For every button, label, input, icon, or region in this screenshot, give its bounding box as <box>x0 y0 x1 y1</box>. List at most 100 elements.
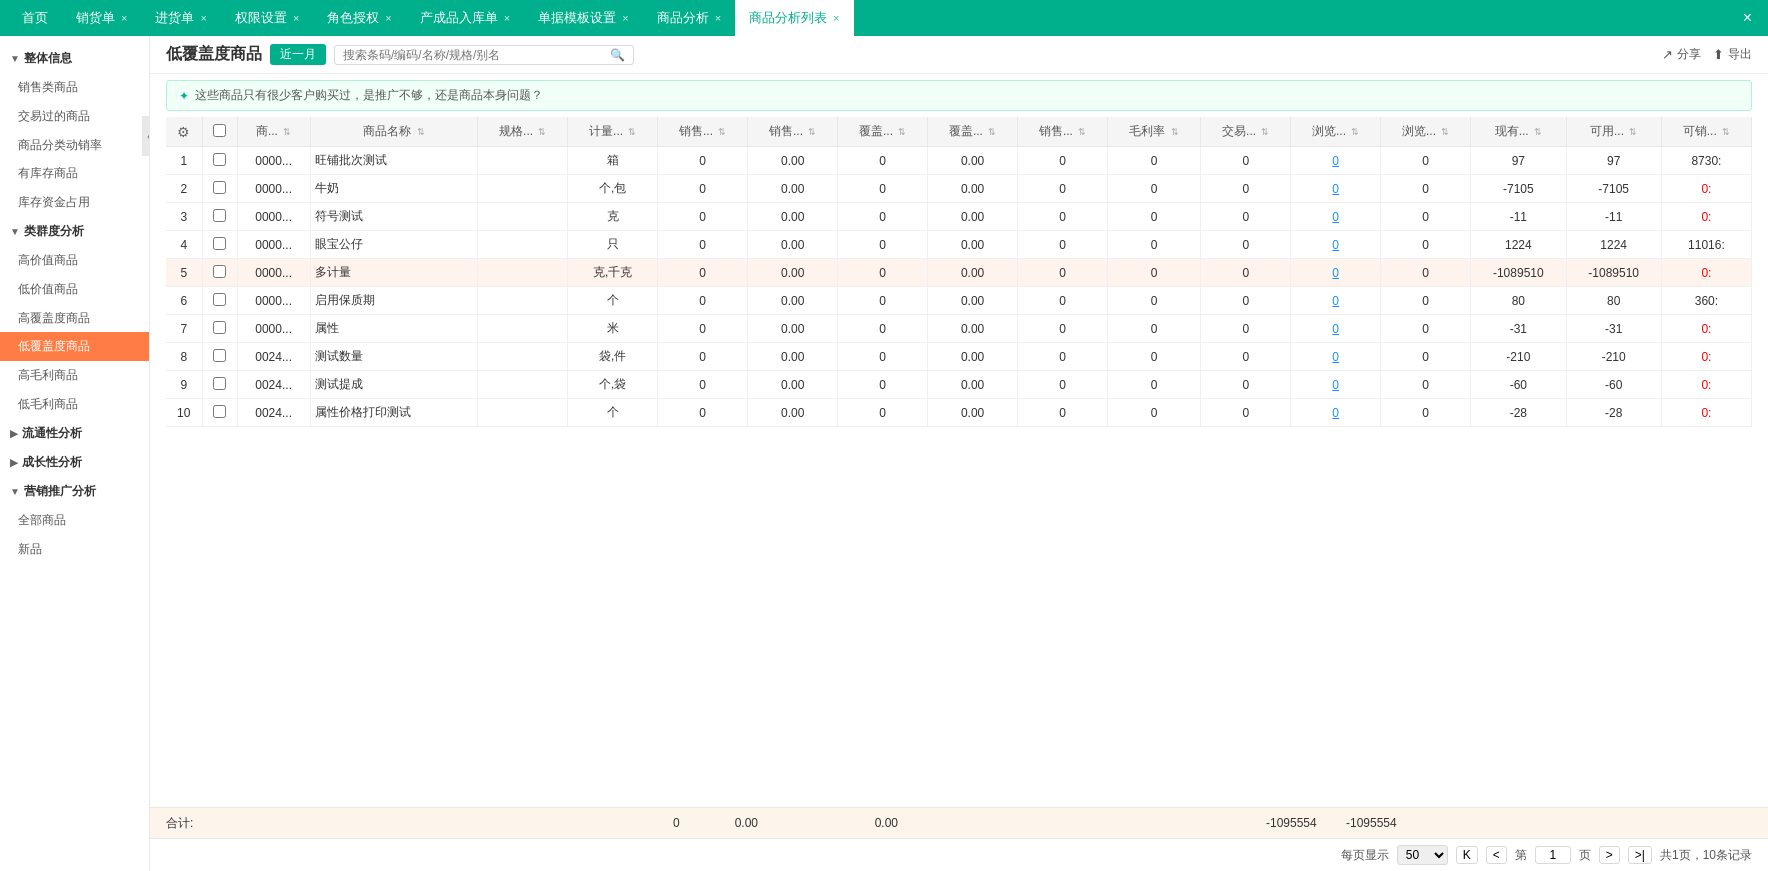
header-actions: ↗ 分享 ⬆ 导出 <box>1662 46 1752 63</box>
page-number-input[interactable] <box>1535 846 1571 864</box>
sidebar-item-sales-products[interactable]: 销售类商品 <box>0 73 149 102</box>
table-cell: 0.00 <box>748 175 838 203</box>
sidebar-item-low-value[interactable]: 低价值商品 <box>0 275 149 304</box>
table-cell: 0024... <box>237 371 310 399</box>
th-spec[interactable]: 规格... ⇅ <box>478 117 568 147</box>
page-size-select[interactable]: 50 10 20 100 <box>1397 845 1448 865</box>
sidebar-item-low-coverage[interactable]: 低覆盖度商品 <box>0 332 149 361</box>
sidebar-section-growth[interactable]: ▶ 成长性分析 <box>0 448 149 477</box>
th-checkbox[interactable] <box>202 117 237 147</box>
sidebar-item-stock-products[interactable]: 有库存商品 <box>0 159 149 188</box>
sidebar-item-category-rate[interactable]: 商品分类动销率 <box>0 131 149 160</box>
table-cell: 0 <box>1381 399 1471 427</box>
table-cell: 0 <box>658 287 748 315</box>
th-name[interactable]: 商品名称 ⇅ <box>310 117 478 147</box>
th-gross-rate[interactable]: 毛利率 ⇅ <box>1108 117 1201 147</box>
nav-purchase-order[interactable]: 进货单 × <box>141 0 220 36</box>
table-cell: 1224 <box>1471 231 1566 259</box>
th-sales-count[interactable]: 销售... ⇅ <box>1018 117 1108 147</box>
th-sales-amt[interactable]: 销售... ⇅ <box>748 117 838 147</box>
th-unit[interactable]: 计量... ⇅ <box>568 117 658 147</box>
next-page-button[interactable]: > <box>1599 846 1620 864</box>
sidebar-item-new-products[interactable]: 新品 <box>0 535 149 564</box>
table-cell: 0 <box>658 231 748 259</box>
table-cell[interactable] <box>202 371 237 399</box>
search-input[interactable] <box>343 48 606 62</box>
table-cell[interactable] <box>202 399 237 427</box>
settings-icon[interactable]: ⚙ <box>177 124 190 140</box>
table-cell: 8730: <box>1661 147 1751 175</box>
th-browse1[interactable]: 浏览... ⇅ <box>1291 117 1381 147</box>
sidebar-collapse-button[interactable]: « <box>142 116 150 156</box>
prev-page-button[interactable]: < <box>1486 846 1507 864</box>
nav-close-icon[interactable]: × <box>833 0 839 36</box>
sidebar-item-high-margin[interactable]: 高毛利商品 <box>0 361 149 390</box>
sidebar-item-high-coverage[interactable]: 高覆盖度商品 <box>0 304 149 333</box>
table-cell[interactable] <box>202 147 237 175</box>
th-sales-qty[interactable]: 销售... ⇅ <box>658 117 748 147</box>
table-cell: -1089510 <box>1471 259 1566 287</box>
table-cell[interactable] <box>202 343 237 371</box>
th-trade[interactable]: 交易... ⇅ <box>1201 117 1291 147</box>
nav-product-inbound[interactable]: 产成品入库单 × <box>406 0 524 36</box>
nav-close-icon[interactable]: × <box>385 0 391 36</box>
table-cell <box>478 343 568 371</box>
th-code[interactable]: 商... ⇅ <box>237 117 310 147</box>
table-cell[interactable] <box>202 203 237 231</box>
table-row: 100024...属性价格打印测试个00.0000.0000000-28-280… <box>166 399 1752 427</box>
table-cell: -28 <box>1471 399 1566 427</box>
table-cell[interactable] <box>202 287 237 315</box>
sidebar-section-cluster[interactable]: ▼ 类群度分析 <box>0 217 149 246</box>
first-page-button[interactable]: K <box>1456 846 1478 864</box>
nav-permission[interactable]: 权限设置 × <box>221 0 313 36</box>
th-browse2[interactable]: 浏览... ⇅ <box>1381 117 1471 147</box>
th-current-qty[interactable]: 现有... ⇅ <box>1471 117 1566 147</box>
table-cell: -60 <box>1471 371 1566 399</box>
nav-close-icon[interactable]: × <box>200 0 206 36</box>
sidebar-section-overall[interactable]: ▼ 整体信息 <box>0 44 149 73</box>
search-icon[interactable]: 🔍 <box>610 48 625 62</box>
sidebar-item-high-value[interactable]: 高价值商品 <box>0 246 149 275</box>
nav-role-auth[interactable]: 角色授权 × <box>313 0 405 36</box>
share-button[interactable]: ↗ 分享 <box>1662 46 1701 63</box>
period-button[interactable]: 近一月 <box>270 44 326 65</box>
table-cell: 测试提成 <box>310 371 478 399</box>
th-cov2[interactable]: 覆盖... ⇅ <box>928 117 1018 147</box>
th-cov1[interactable]: 覆盖... ⇅ <box>838 117 928 147</box>
data-table: ⚙ 商... ⇅ 商品名称 ⇅ 规格... ⇅ 计量... ⇅ 销售... ⇅ … <box>166 117 1752 427</box>
sidebar-item-traded-products[interactable]: 交易过的商品 <box>0 102 149 131</box>
sidebar-item-all-products[interactable]: 全部商品 <box>0 506 149 535</box>
nav-product-analysis-list[interactable]: 商品分析列表 × <box>735 0 853 36</box>
nav-product-analysis[interactable]: 商品分析 × <box>643 0 735 36</box>
table-cell: 0024... <box>237 343 310 371</box>
export-button[interactable]: ⬆ 导出 <box>1713 46 1752 63</box>
select-all-checkbox[interactable] <box>213 124 226 137</box>
table-cell[interactable] <box>202 175 237 203</box>
sidebar-item-low-margin[interactable]: 低毛利商品 <box>0 390 149 419</box>
table-cell: 8 <box>166 343 202 371</box>
nav-sales-order[interactable]: 销货单 × <box>62 0 141 36</box>
nav-home[interactable]: 首页 <box>8 0 62 36</box>
data-table-wrapper[interactable]: ⚙ 商... ⇅ 商品名称 ⇅ 规格... ⇅ 计量... ⇅ 销售... ⇅ … <box>166 117 1752 807</box>
last-page-button[interactable]: >| <box>1628 846 1652 864</box>
table-cell: 0 <box>1108 343 1201 371</box>
nav-close-icon[interactable]: × <box>121 0 127 36</box>
table-cell: 0.00 <box>928 371 1018 399</box>
nav-close-icon[interactable]: × <box>622 0 628 36</box>
table-cell[interactable] <box>202 315 237 343</box>
nav-close-icon[interactable]: × <box>715 0 721 36</box>
sidebar-item-stock-capital[interactable]: 库存资金占用 <box>0 188 149 217</box>
th-available-qty[interactable]: 可用... ⇅ <box>1566 117 1661 147</box>
th-saleable[interactable]: 可销... ⇅ <box>1661 117 1751 147</box>
table-cell: 0000... <box>237 147 310 175</box>
table-cell[interactable] <box>202 259 237 287</box>
nav-template-settings[interactable]: 单据模板设置 × <box>524 0 642 36</box>
nav-close-icon[interactable]: × <box>504 0 510 36</box>
window-close-button[interactable]: × <box>1735 9 1760 27</box>
sidebar-section-liquidity[interactable]: ▶ 流通性分析 <box>0 419 149 448</box>
nav-close-icon[interactable]: × <box>293 0 299 36</box>
table-header-row: ⚙ 商... ⇅ 商品名称 ⇅ 规格... ⇅ 计量... ⇅ 销售... ⇅ … <box>166 117 1752 147</box>
sidebar-section-marketing[interactable]: ▼ 营销推广分析 <box>0 477 149 506</box>
th-settings[interactable]: ⚙ <box>166 117 202 147</box>
table-cell[interactable] <box>202 231 237 259</box>
